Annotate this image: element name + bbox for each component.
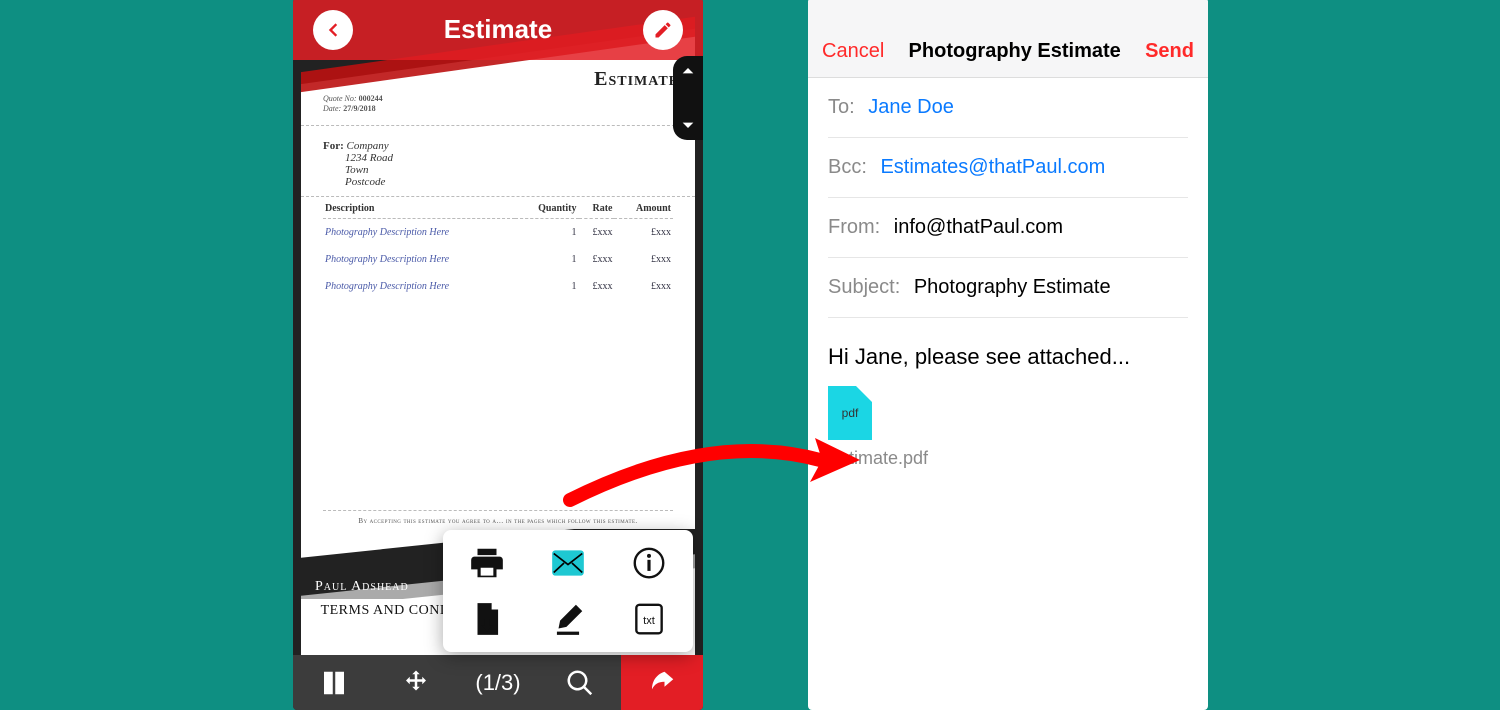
back-button[interactable] — [313, 10, 353, 50]
info-icon — [630, 544, 668, 582]
popup-txt-button[interactable]: txt — [612, 600, 685, 638]
mail-icon — [549, 544, 587, 582]
mail-title: Photography Estimate — [909, 40, 1121, 63]
mail-fields: To: Jane Doe Bcc: Estimates@thatPaul.com… — [808, 78, 1208, 318]
pdf-file-icon: pdf — [828, 386, 872, 440]
doc-author: Paul Adshead — [315, 579, 409, 595]
chevron-up-icon — [680, 64, 696, 80]
viewer-bottombar: (1/3) — [293, 655, 703, 710]
share-button[interactable] — [621, 655, 703, 710]
export-doc-icon — [468, 600, 506, 638]
popup-export-button[interactable] — [451, 600, 524, 638]
share-popup: txt — [443, 530, 693, 652]
doc-for-block: For: Company 1234 Road Town Postcode — [301, 126, 695, 197]
search-button[interactable] — [539, 655, 621, 710]
doc-accept-text: By accepting this estimate you agree to … — [323, 517, 673, 525]
page-scroll-hint[interactable] — [673, 56, 703, 140]
mail-attachment[interactable]: pdf Estimate.pdf — [808, 376, 1208, 479]
to-field[interactable]: To: Jane Doe — [828, 78, 1188, 138]
popup-info-button[interactable] — [612, 544, 685, 582]
viewer-topbar: Estimate — [293, 0, 703, 60]
edit-button[interactable] — [643, 10, 683, 50]
mail-body[interactable]: Hi Jane, please see attached... — [808, 318, 1208, 376]
subject-field[interactable]: Subject: Photography Estimate — [828, 258, 1188, 318]
doc-meta: Quote No: 000244 Date: 27/9/2018 — [323, 94, 383, 114]
pen-icon — [549, 600, 587, 638]
attachment-filename: Estimate.pdf — [828, 448, 1188, 469]
print-icon — [468, 544, 506, 582]
page-counter: (1/3) — [457, 655, 539, 710]
popup-print-button[interactable] — [451, 544, 524, 582]
move-icon — [401, 668, 431, 698]
share-icon — [647, 668, 677, 698]
from-field[interactable]: From: info@thatPaul.com — [828, 198, 1188, 258]
book-icon — [319, 668, 349, 698]
txt-icon: txt — [630, 600, 668, 638]
doc-heading: Estimate — [594, 68, 679, 91]
popup-sign-button[interactable] — [532, 600, 605, 638]
svg-text:txt: txt — [643, 615, 655, 627]
th-amount: Amount — [614, 197, 673, 219]
mail-topbar: Cancel Photography Estimate Send — [808, 0, 1208, 78]
chevron-down-icon — [680, 116, 696, 132]
table-row: Photography Description Here 1 £xxx £xxx — [323, 246, 673, 273]
th-description: Description — [323, 197, 515, 219]
navigate-button[interactable] — [375, 655, 457, 710]
popup-email-button[interactable] — [532, 544, 605, 582]
pdf-viewer-screen: Estimate Quote No: 000244 Date: 27/9/201… — [293, 0, 703, 710]
doc-line-items: Description Quantity Rate Amount Photogr… — [323, 197, 673, 300]
viewer-title: Estimate — [444, 14, 552, 45]
search-icon — [565, 668, 595, 698]
library-button[interactable] — [293, 655, 375, 710]
table-row: Photography Description Here 1 £xxx £xxx — [323, 219, 673, 247]
mail-compose-screen: Cancel Photography Estimate Send To: Jan… — [808, 0, 1208, 710]
cancel-button[interactable]: Cancel — [822, 40, 884, 63]
th-rate: Rate — [579, 197, 615, 219]
table-row: Photography Description Here 1 £xxx £xxx — [323, 273, 673, 300]
bcc-field[interactable]: Bcc: Estimates@thatPaul.com — [828, 138, 1188, 198]
th-quantity: Quantity — [515, 197, 578, 219]
send-button[interactable]: Send — [1145, 40, 1194, 63]
